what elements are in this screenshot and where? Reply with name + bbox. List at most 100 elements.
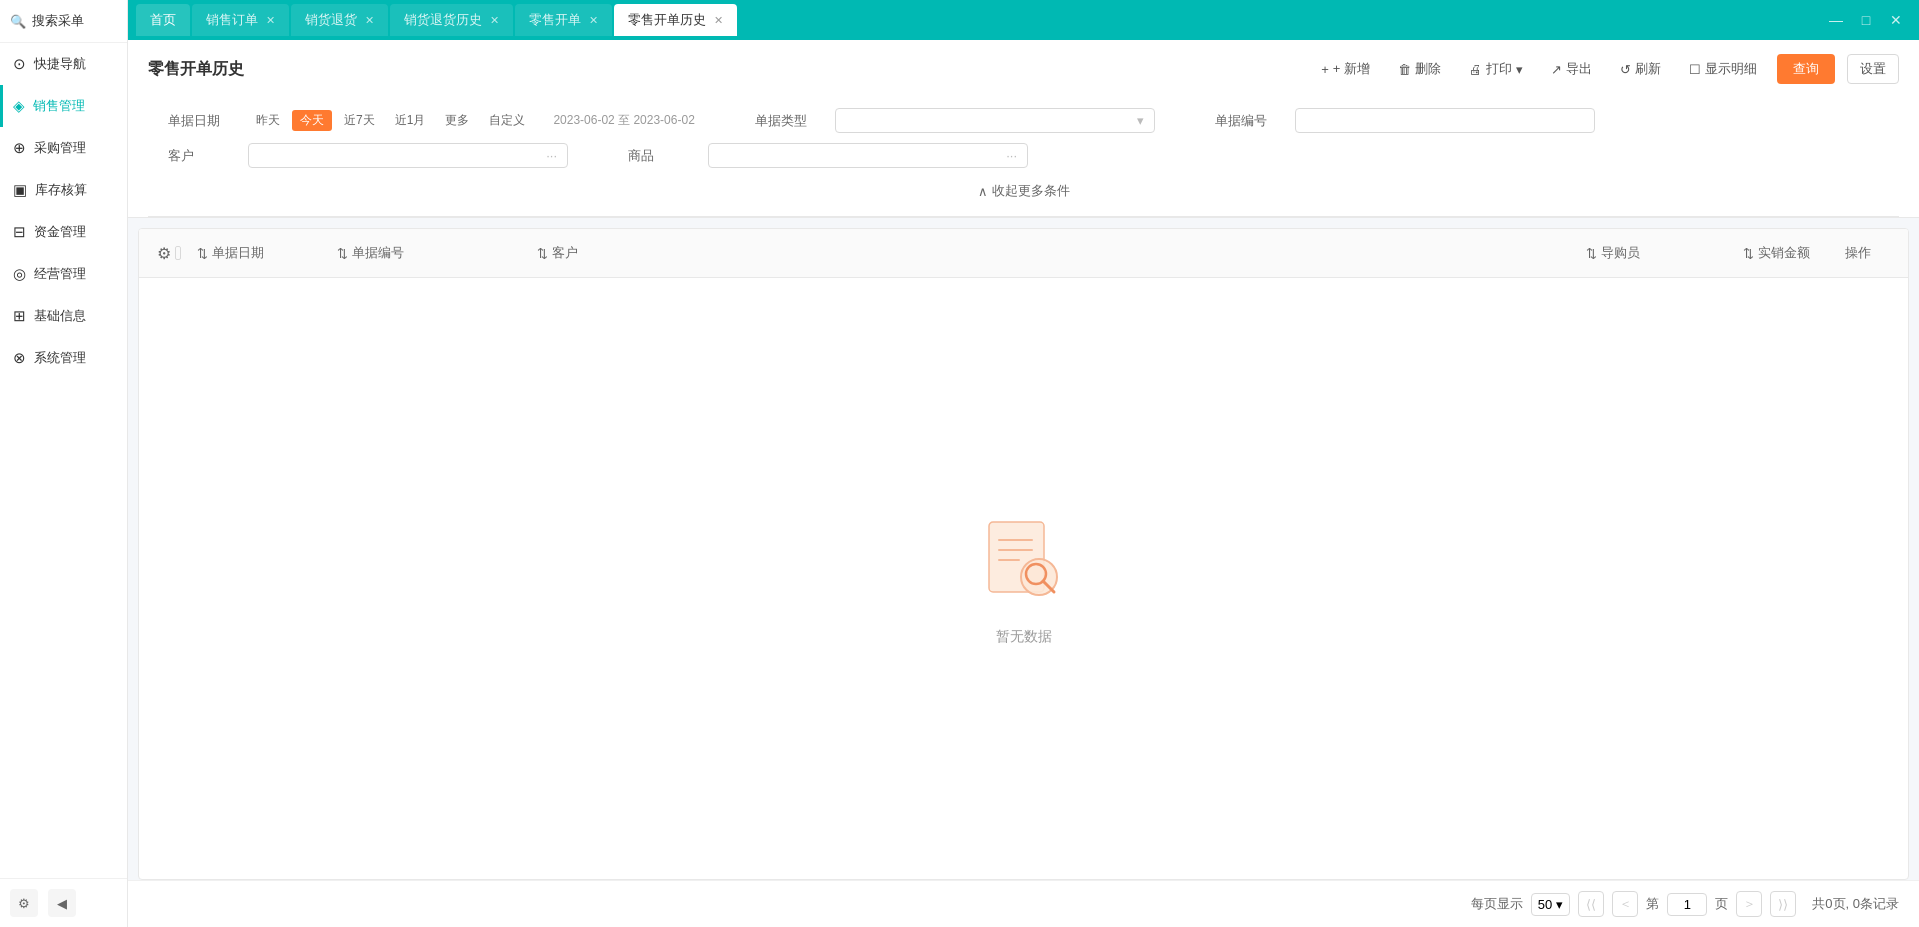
tab-close-sales-return-history[interactable]: ✕ (490, 14, 499, 27)
filter-area: 单据日期 昨天今天近7天近1月更多自定义 2023-06-02 至 2023-0… (148, 96, 1899, 217)
last-page-btn[interactable]: ⟩⟩ (1770, 891, 1796, 917)
customer-select[interactable]: ··· (248, 143, 568, 168)
delete-icon: 🗑 (1398, 62, 1411, 77)
tab-sales-order[interactable]: 销售订单✕ (192, 4, 289, 36)
print-btn[interactable]: 🖨 打印 ▾ (1461, 56, 1531, 82)
tab-close-sales-return[interactable]: ✕ (365, 14, 374, 27)
collapse-btn[interactable]: ∧ 收起更多条件 (978, 182, 1070, 200)
sidebar-icon-basic-info: ⊞ (13, 307, 26, 325)
sidebar-menu: ⊙快捷导航◈销售管理⊕采购管理 ▣ 库存核算 ⊟资金管理◎经营管理⊞基础信息⊗系统管理 (0, 43, 127, 878)
minimize-btn[interactable]: — (1825, 9, 1847, 31)
sidebar-item-sales-mgmt[interactable]: ◈销售管理 (0, 85, 127, 127)
tab-label-retail-open-history: 零售开单历史 (628, 11, 706, 29)
th-amount[interactable]: ⇅ 实销金额 (1698, 234, 1818, 272)
sort-icon-num: ⇅ (337, 246, 348, 261)
sidebar-label-operations: 经营管理 (34, 265, 86, 283)
sidebar-item-quick-nav[interactable]: ⊙快捷导航 (0, 43, 127, 85)
refresh-btn[interactable]: ↺ 刷新 (1612, 56, 1669, 82)
th-num[interactable]: ⇅ 单据编号 (329, 234, 529, 272)
goods-label: 商品 (628, 147, 688, 165)
doc-num-input[interactable] (1295, 108, 1595, 133)
date-btn-custom[interactable]: 自定义 (481, 110, 533, 131)
sidebar-footer: ⚙ ◀ (0, 878, 127, 927)
tab-retail-open-history[interactable]: 零售开单历史 ✕ (614, 4, 737, 36)
date-filter-label: 单据日期 (168, 112, 228, 130)
sidebar-label-inventory: 库存核算 (35, 181, 87, 199)
customer-ellipsis-icon[interactable]: ··· (546, 148, 557, 163)
select-all-checkbox[interactable] (175, 246, 181, 260)
collapse-label: 收起更多条件 (992, 182, 1070, 200)
sidebar-icon-inventory: ▣ (13, 181, 27, 199)
sidebar-item-sys-mgmt[interactable]: ⊗系统管理 (0, 337, 127, 379)
prev-page-btn[interactable]: ＜ (1612, 891, 1638, 917)
date-btns-group: 昨天今天近7天近1月更多自定义 (248, 110, 533, 131)
empty-text: 暂无数据 (996, 628, 1052, 646)
sidebar-item-operations[interactable]: ◎经营管理 (0, 253, 127, 295)
goods-select[interactable]: ··· (708, 143, 1028, 168)
page-title-row: 零售开单历史 + + 新增 🗑 删除 🖨 打印 ▾ (148, 54, 1899, 84)
sidebar-icon-finance: ⊟ (13, 223, 26, 241)
page-number-input[interactable] (1667, 893, 1707, 916)
export-btn[interactable]: ↗ 导出 (1543, 56, 1600, 82)
sidebar-item-inventory[interactable]: ▣ 库存核算 (0, 169, 127, 211)
th-customer[interactable]: ⇅ 客户 (529, 234, 1578, 272)
date-btn-yesterday[interactable]: 昨天 (248, 110, 288, 131)
date-btn-today[interactable]: 今天 (292, 110, 332, 131)
close-btn[interactable]: ✕ (1885, 9, 1907, 31)
th-customer-label: 客户 (552, 244, 578, 262)
first-page-btn[interactable]: ⟨⟨ (1578, 891, 1604, 917)
add-btn[interactable]: + + 新增 (1313, 56, 1378, 82)
date-btn-more[interactable]: 更多 (437, 110, 477, 131)
export-icon: ↗ (1551, 62, 1562, 77)
tab-retail-open[interactable]: 零售开单✕ (515, 4, 612, 36)
date-range-display: 2023-06-02 至 2023-06-02 (553, 112, 694, 129)
tab-close-sales-order[interactable]: ✕ (266, 14, 275, 27)
doc-type-select[interactable]: ▾ (835, 108, 1155, 133)
tab-home[interactable]: 首页 (136, 4, 190, 36)
add-label: + 新增 (1333, 60, 1370, 78)
content-area: 零售开单历史 + + 新增 🗑 删除 🖨 打印 ▾ (128, 40, 1919, 927)
th-guide[interactable]: ⇅ 导购员 (1578, 234, 1698, 272)
doc-num-label: 单据编号 (1215, 112, 1275, 130)
window-controls: — □ ✕ (1825, 9, 1911, 31)
table-container: ⚙ ⇅ 单据日期 ⇅ 单据编号 ⇅ 客户 ⇅ 导购员 (138, 228, 1909, 880)
doc-type-label: 单据类型 (755, 112, 815, 130)
query-btn[interactable]: 查询 (1777, 54, 1835, 84)
th-date[interactable]: ⇅ 单据日期 (189, 234, 329, 272)
th-amount-label: 实销金额 (1758, 244, 1810, 262)
sidebar-item-basic-info[interactable]: ⊞基础信息 (0, 295, 127, 337)
collapse-sidebar-btn[interactable]: ◀ (48, 889, 76, 917)
sidebar-item-purchase-mgmt[interactable]: ⊕采购管理 (0, 127, 127, 169)
search-icon: 🔍 (10, 14, 26, 29)
page-header: 零售开单历史 + + 新增 🗑 删除 🖨 打印 ▾ (128, 40, 1919, 218)
display-detail-btn[interactable]: ☐ 显示明细 (1681, 56, 1765, 82)
doc-type-chevron-icon: ▾ (1137, 113, 1144, 128)
sidebar-item-finance[interactable]: ⊟资金管理 (0, 211, 127, 253)
tab-close-retail-open[interactable]: ✕ (589, 14, 598, 27)
delete-btn[interactable]: 🗑 删除 (1390, 56, 1449, 82)
th-date-label: 单据日期 (212, 244, 264, 262)
empty-icon (974, 512, 1074, 612)
tab-label-sales-return-history: 销货退货历史 (404, 11, 482, 29)
customer-label: 客户 (168, 147, 228, 165)
maximize-btn[interactable]: □ (1855, 9, 1877, 31)
settings-btn[interactable]: 设置 (1847, 54, 1899, 84)
tab-bar: 首页销售订单✕销货退货✕销货退货历史✕零售开单✕零售开单历史✕ — □ ✕ (128, 0, 1919, 40)
th-guide-label: 导购员 (1601, 244, 1640, 262)
date-btn-7days[interactable]: 近7天 (336, 110, 383, 131)
print-chevron-icon: ▾ (1516, 62, 1523, 77)
date-btn-1month[interactable]: 近1月 (387, 110, 434, 131)
pagination-bar: 每页显示 50 ▾ ⟨⟨ ＜ 第 页 ＞ ⟩⟩ 共0页, 0条记录 (128, 880, 1919, 927)
sort-icon-guide: ⇅ (1586, 246, 1597, 261)
sidebar-search[interactable]: 🔍 搜索采单 (0, 0, 127, 43)
next-page-btn[interactable]: ＞ (1736, 891, 1762, 917)
table-settings-icon[interactable]: ⚙ (157, 239, 171, 267)
refresh-icon: ↺ (1620, 62, 1631, 77)
sort-icon-customer: ⇅ (537, 246, 548, 261)
goods-ellipsis-icon[interactable]: ··· (1006, 148, 1017, 163)
tab-close-retail-open-history[interactable]: ✕ (714, 14, 723, 27)
tab-sales-return[interactable]: 销货退货✕ (291, 4, 388, 36)
tab-sales-return-history[interactable]: 销货退货历史 ✕ (390, 4, 513, 36)
settings-footer-btn[interactable]: ⚙ (10, 889, 38, 917)
page-size-select[interactable]: 50 ▾ (1531, 893, 1570, 916)
